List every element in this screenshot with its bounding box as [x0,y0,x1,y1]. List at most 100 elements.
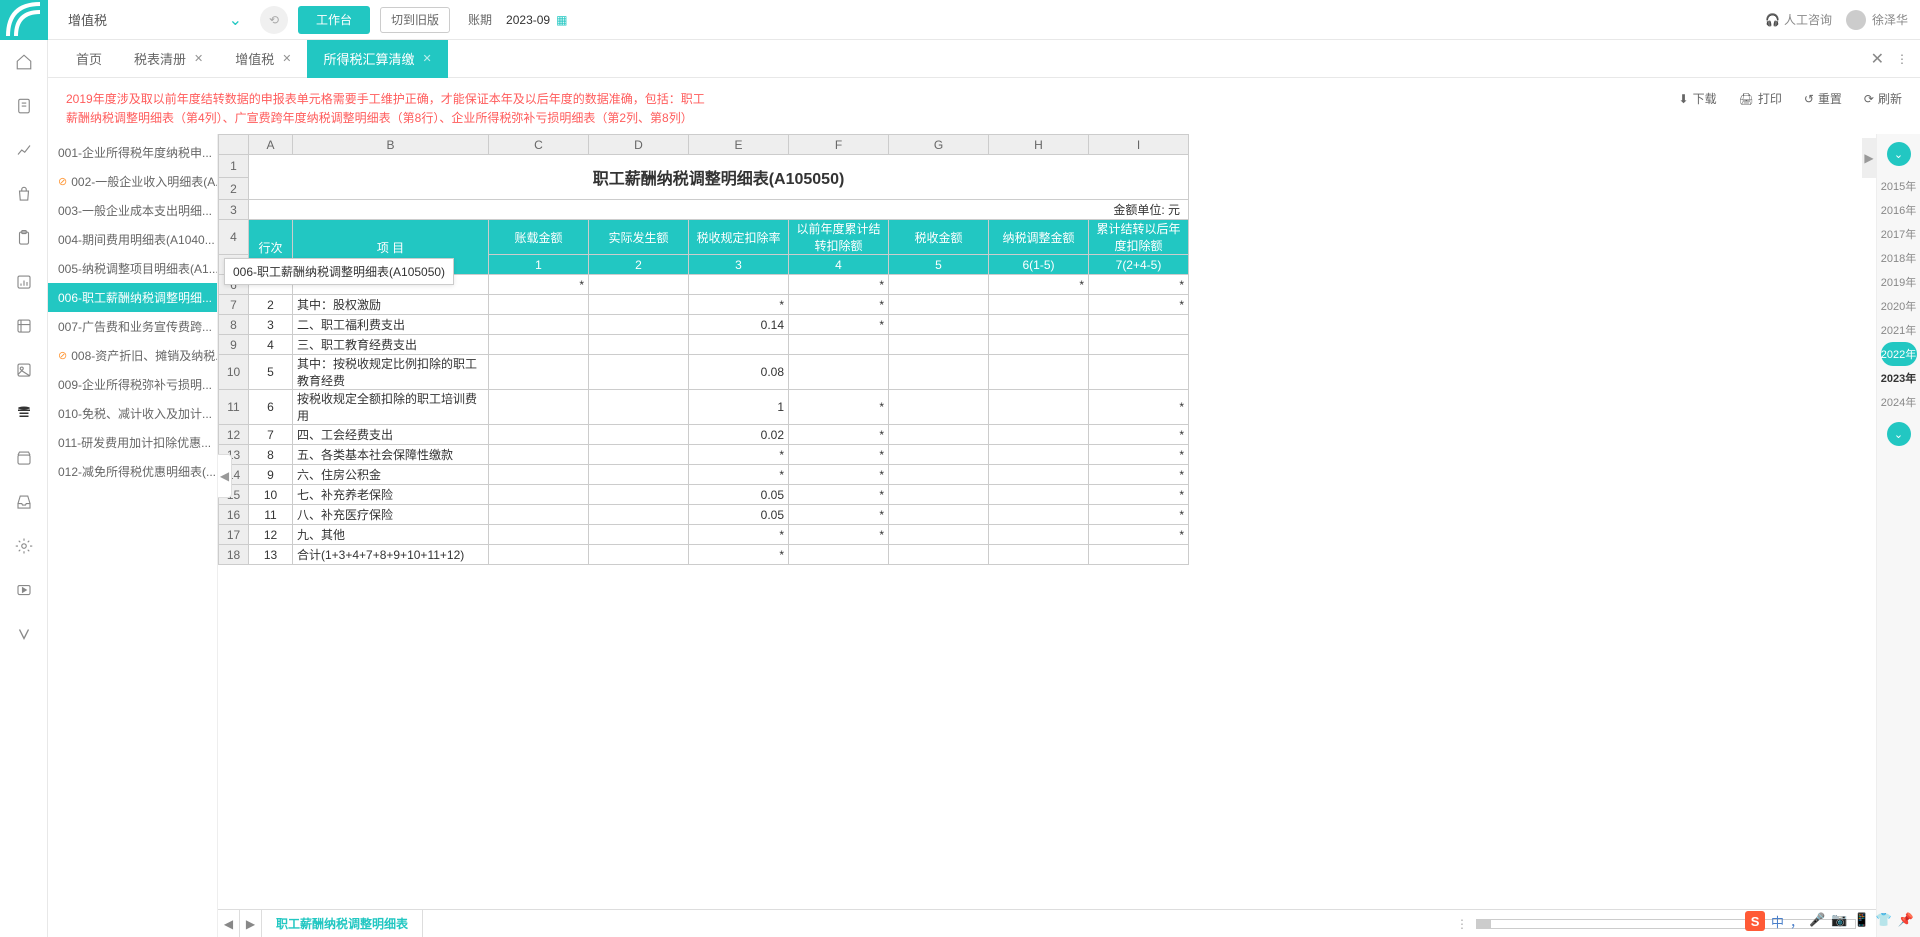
close-icon[interactable]: ✕ [423,52,432,65]
year-2015年[interactable]: 2015年 [1881,174,1917,198]
column-header: 税收规定扣除率 [689,220,789,255]
form-item-label: 010-免税、减计收入及加计... [58,405,212,422]
sheet-title: 职工薪酬纳税调整明细表(A105050) [249,155,1189,200]
ime-item[interactable]: 📱 [1853,912,1869,931]
close-icon[interactable]: ✕ [194,52,203,65]
workbench-button[interactable]: 工作台 [298,6,370,34]
year-2023年[interactable]: 2023年 [1881,366,1917,390]
year-2020年[interactable]: 2020年 [1881,294,1917,318]
table-row: 1712九、其他*** [219,525,1189,545]
year-2017年[interactable]: 2017年 [1881,222,1917,246]
column-header: 实际发生额 [589,220,689,255]
column-header: 税收金额 [889,220,989,255]
nav-report-icon[interactable] [0,260,48,304]
sheet-nav-first[interactable]: ◀ [218,910,240,937]
form-item-9[interactable]: 010-免税、减计收入及加计... [48,399,217,428]
table-row: 127四、工会经费支出0.02** [219,425,1189,445]
ime-item[interactable]: 📌 [1898,912,1914,931]
form-item-3[interactable]: 004-期间费用明细表(A1040... [48,225,217,254]
refresh-button[interactable]: ⟳刷新 [1864,90,1902,107]
tab-1[interactable]: 税表清册✕ [118,40,219,78]
nav-tax-icon[interactable] [0,392,48,436]
print-button[interactable]: 🖨打印 [1739,90,1782,107]
form-item-label: 012-减免所得税优惠明细表(... [58,463,216,480]
close-icon[interactable]: ✕ [282,52,291,65]
year-2024年[interactable]: 2024年 [1881,390,1917,414]
column-subheader: 4 [789,255,889,275]
support-link[interactable]: 🎧 人工咨询 [1765,11,1832,28]
reset-icon: ↺ [1804,92,1814,106]
nav-inbox-icon[interactable] [0,480,48,524]
table-row: 83二、职工福利费支出0.14* [219,315,1189,335]
nav-image-icon[interactable] [0,348,48,392]
tab-close-all-icon[interactable]: ✕ [1871,49,1884,69]
nav-archive-icon[interactable] [0,436,48,480]
year-2022年[interactable]: 2022年 [1881,342,1917,366]
reset-button[interactable]: ↺重置 [1804,90,1842,107]
form-item-label: 003-一般企业成本支出明细... [58,202,212,219]
form-item-4[interactable]: 005-纳税调整项目明细表(A1... [48,254,217,283]
nav-v-icon[interactable] [0,612,48,656]
ime-item[interactable]: 中 [1771,912,1784,931]
table-row: 1813合计(1+3+4+7+8+9+10+11+12)* [219,545,1189,565]
nav-gear-icon[interactable] [0,524,48,568]
ime-item[interactable]: ， [1790,912,1803,931]
form-tooltip: 006-职工薪酬纳税调整明细表(A105050) [224,258,454,285]
collapse-handle[interactable]: ◀ [218,454,232,498]
form-item-0[interactable]: 001-企业所得税年度纳税申... [48,138,217,167]
form-item-7[interactable]: ⊘008-资产折旧、摊销及纳税... [48,341,217,370]
ime-item[interactable]: 🎤 [1809,912,1825,931]
form-item-11[interactable]: 012-减免所得税优惠明细表(... [48,457,217,486]
year-2019年[interactable]: 2019年 [1881,270,1917,294]
form-item-label: 011-研发费用加计扣除优惠... [58,434,211,451]
user-menu[interactable]: 徐泽华 [1846,10,1908,30]
warn-icon: ⊘ [58,349,67,362]
form-item-2[interactable]: 003-一般企业成本支出明细... [48,196,217,225]
download-icon: ⬇ [1679,92,1689,106]
tab-2[interactable]: 增值税✕ [219,40,307,78]
right-edge-handle[interactable]: ▶ [1862,138,1876,178]
nav-video-icon[interactable] [0,568,48,612]
download-button[interactable]: ⬇下载 [1679,90,1717,107]
nav-chart-icon[interactable] [0,128,48,172]
tab-more-icon[interactable]: ⋮ [1896,52,1908,66]
switch-old-button[interactable]: 切到旧版 [380,7,450,33]
nav-bag-icon[interactable] [0,172,48,216]
form-item-10[interactable]: 011-研发费用加计扣除优惠... [48,428,217,457]
notice-text: 2019年度涉及取以前年度结转数据的申报表单元格需要手工维护正确，才能保证本年及… [66,90,706,128]
sheet-nav-prev[interactable]: ▶ [240,910,262,937]
tab-3[interactable]: 所得税汇算清缴✕ [307,40,447,78]
chevron-down-icon: ⌄ [229,10,242,30]
form-item-8[interactable]: 009-企业所得税弥补亏损明... [48,370,217,399]
form-item-label: 004-期间费用明细表(A1040... [58,231,215,248]
form-item-6[interactable]: 007-广告费和业务宣传费跨... [48,312,217,341]
ime-logo[interactable]: S [1745,911,1765,931]
nav-template-icon[interactable] [0,304,48,348]
column-subheader: 3 [689,255,789,275]
year-2018年[interactable]: 2018年 [1881,246,1917,270]
ime-item[interactable]: 📷 [1831,912,1847,931]
refresh-round-button[interactable]: ⟲ [260,6,288,34]
form-item-1[interactable]: ⊘002-一般企业收入明细表(A... [48,167,217,196]
user-name: 徐泽华 [1872,11,1908,28]
form-item-5[interactable]: 006-职工薪酬纳税调整明细... [48,283,217,312]
print-icon: 🖨 [1739,92,1754,106]
form-item-label: 009-企业所得税弥补亏损明... [58,376,212,393]
tabs-bar: 首页税表清册✕增值税✕所得税汇算清缴✕ ✕ ⋮ [48,40,1920,78]
nav-doc-icon[interactable] [0,84,48,128]
tax-type-select[interactable]: 增值税 ⌄ [60,6,250,34]
period-picker[interactable]: 2023-09 ▦ [506,13,567,27]
column-subheader: 6(1-5) [989,255,1089,275]
sheet-tab[interactable]: 职工薪酬纳税调整明细表 [262,910,423,937]
year-2021年[interactable]: 2021年 [1881,318,1917,342]
year-scroll-up[interactable]: ⌄ [1887,142,1911,166]
tab-0[interactable]: 首页 [60,40,118,78]
ime-item[interactable]: 👕 [1876,912,1892,931]
nav-clipboard-icon[interactable] [0,216,48,260]
year-scroll-down[interactable]: ⌄ [1887,422,1911,446]
year-2016年[interactable]: 2016年 [1881,198,1917,222]
nav-home-icon[interactable] [0,40,48,84]
sheet-scroll[interactable]: ABCDEFGHI1职工薪酬纳税调整明细表(A105050)23金额单位: 元4… [218,134,1876,909]
tab-label: 首页 [76,49,102,68]
column-header: 以前年度累计结转扣除额 [789,220,889,255]
